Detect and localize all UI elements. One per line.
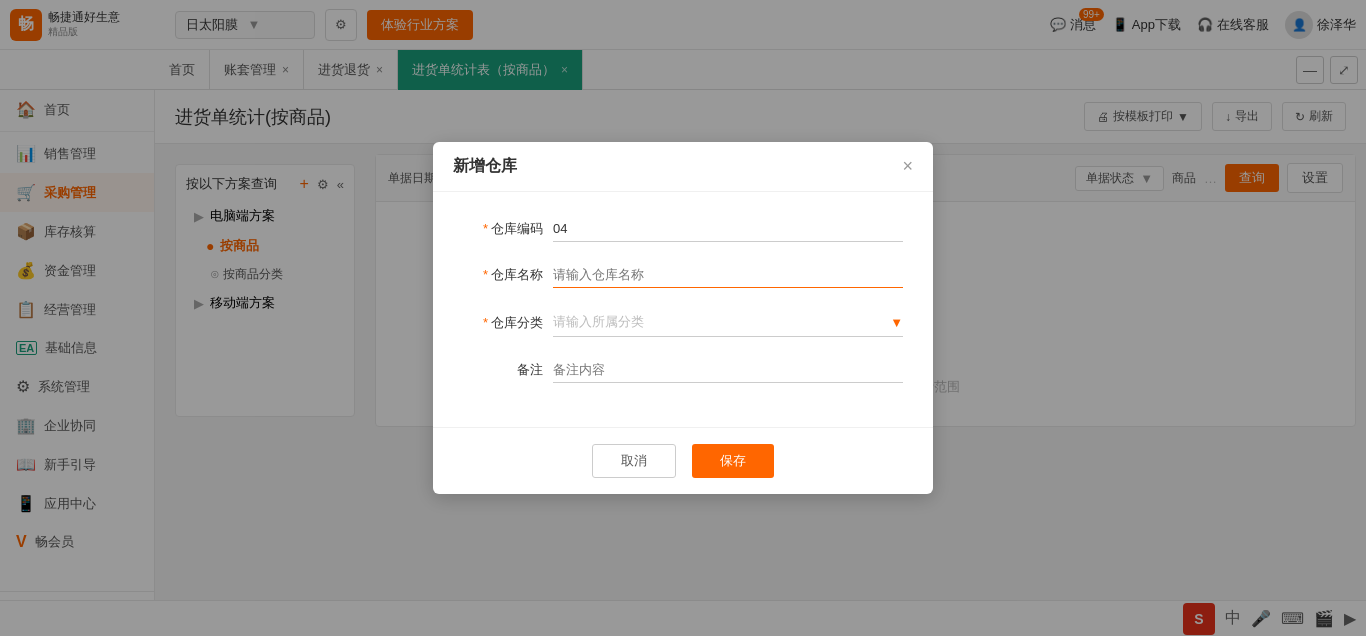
- save-button[interactable]: 保存: [692, 444, 774, 478]
- modal-title: 新增仓库: [453, 156, 517, 177]
- modal-body: 仓库编码 仓库名称 仓库分类 请输入所属分类 ▼ 备注: [433, 192, 933, 427]
- name-label: 仓库名称: [463, 266, 543, 284]
- note-input[interactable]: [553, 357, 903, 383]
- name-input[interactable]: [553, 262, 903, 288]
- category-selector[interactable]: 请输入所属分类 ▼: [553, 308, 903, 337]
- code-field-row: 仓库编码: [463, 216, 903, 242]
- name-field-row: 仓库名称: [463, 262, 903, 288]
- category-field-row: 仓库分类 请输入所属分类 ▼: [463, 308, 903, 337]
- category-placeholder: 请输入所属分类: [553, 313, 644, 331]
- note-field-row: 备注: [463, 357, 903, 383]
- cancel-button[interactable]: 取消: [592, 444, 676, 478]
- modal-overlay: 新增仓库 × 仓库编码 仓库名称 仓库分类 请输入所属分类 ▼: [0, 0, 1366, 636]
- category-label: 仓库分类: [463, 314, 543, 332]
- modal-close-button[interactable]: ×: [902, 156, 913, 177]
- code-input[interactable]: [553, 216, 903, 242]
- category-dropdown-icon: ▼: [890, 315, 903, 330]
- note-label: 备注: [463, 361, 543, 379]
- code-label: 仓库编码: [463, 220, 543, 238]
- modal-footer: 取消 保存: [433, 427, 933, 494]
- add-warehouse-modal: 新增仓库 × 仓库编码 仓库名称 仓库分类 请输入所属分类 ▼: [433, 142, 933, 494]
- modal-header: 新增仓库 ×: [433, 142, 933, 192]
